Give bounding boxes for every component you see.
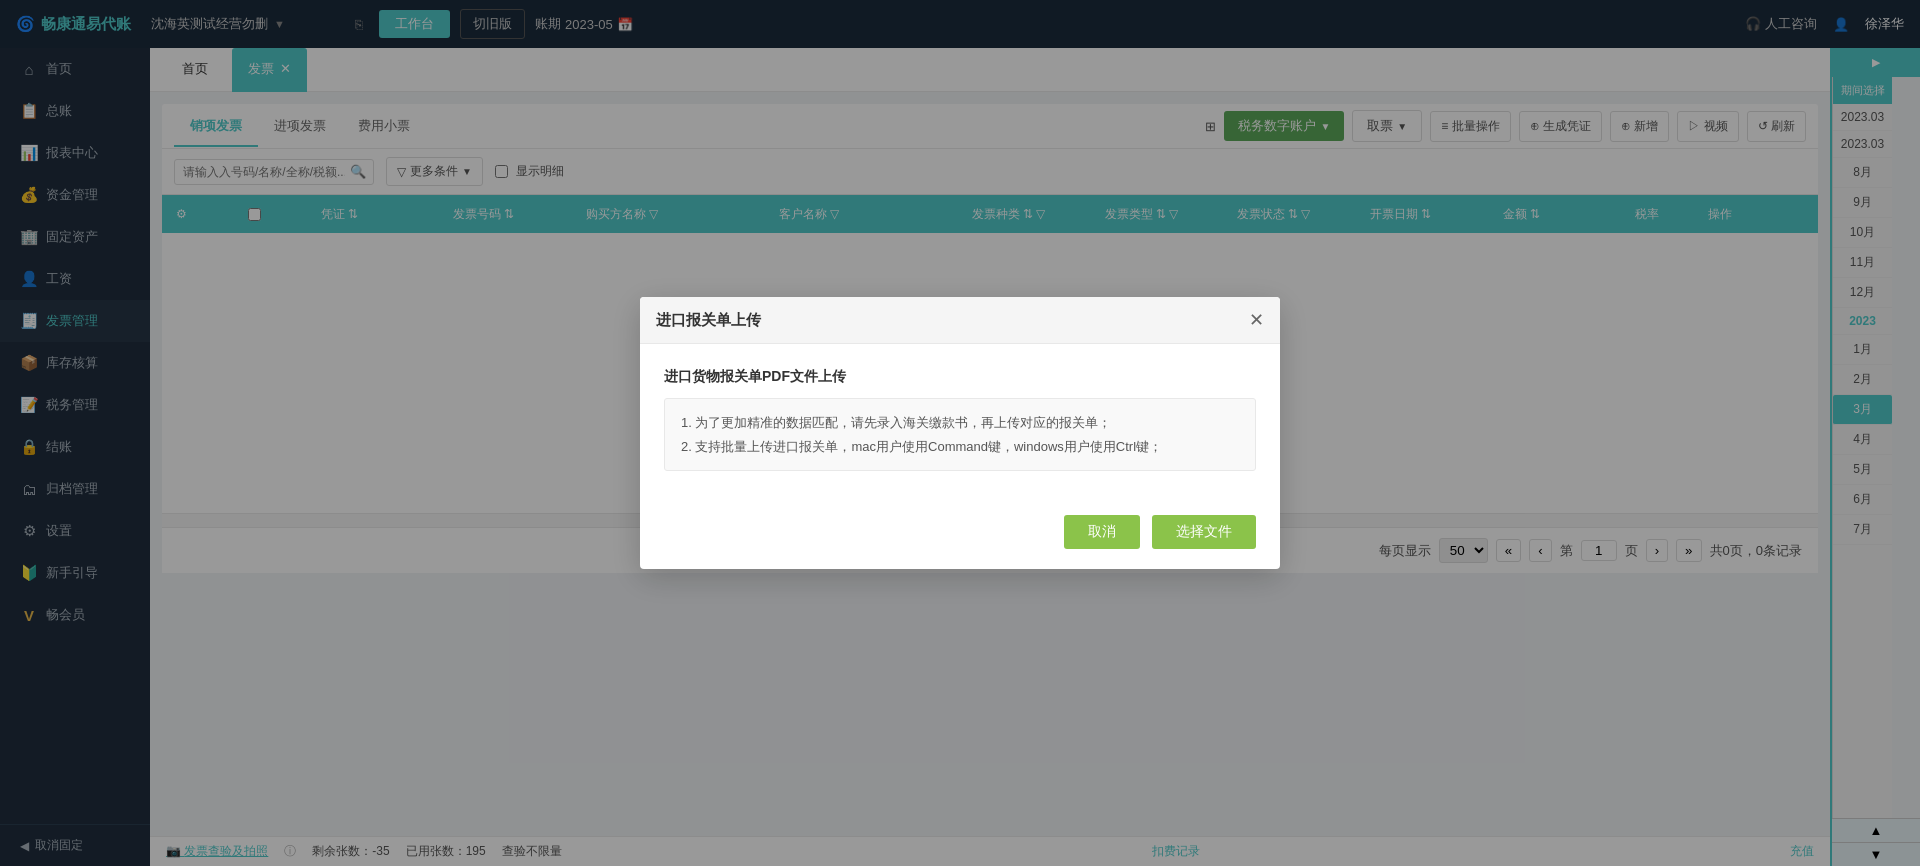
modal-footer: 取消 选择文件 xyxy=(640,503,1280,569)
modal-info-line-2: 2. 支持批量上传进口报关单，mac用户使用Command键，windows用户… xyxy=(681,435,1239,458)
modal-close-button[interactable]: ✕ xyxy=(1249,309,1264,331)
upload-modal: 进口报关单上传 ✕ 进口货物报关单PDF文件上传 1. 为了更加精准的数据匹配，… xyxy=(640,297,1280,569)
modal-select-file-button[interactable]: 选择文件 xyxy=(1152,515,1256,549)
modal-info-box: 1. 为了更加精准的数据匹配，请先录入海关缴款书，再上传对应的报关单； 2. 支… xyxy=(664,398,1256,471)
modal-section-title: 进口货物报关单PDF文件上传 xyxy=(664,368,1256,386)
modal-body: 进口货物报关单PDF文件上传 1. 为了更加精准的数据匹配，请先录入海关缴款书，… xyxy=(640,344,1280,503)
modal-title: 进口报关单上传 xyxy=(656,311,761,330)
modal-header: 进口报关单上传 ✕ xyxy=(640,297,1280,344)
modal-info-line-1: 1. 为了更加精准的数据匹配，请先录入海关缴款书，再上传对应的报关单； xyxy=(681,411,1239,434)
modal-cancel-button[interactable]: 取消 xyxy=(1064,515,1140,549)
modal-overlay: 进口报关单上传 ✕ 进口货物报关单PDF文件上传 1. 为了更加精准的数据匹配，… xyxy=(0,0,1920,866)
